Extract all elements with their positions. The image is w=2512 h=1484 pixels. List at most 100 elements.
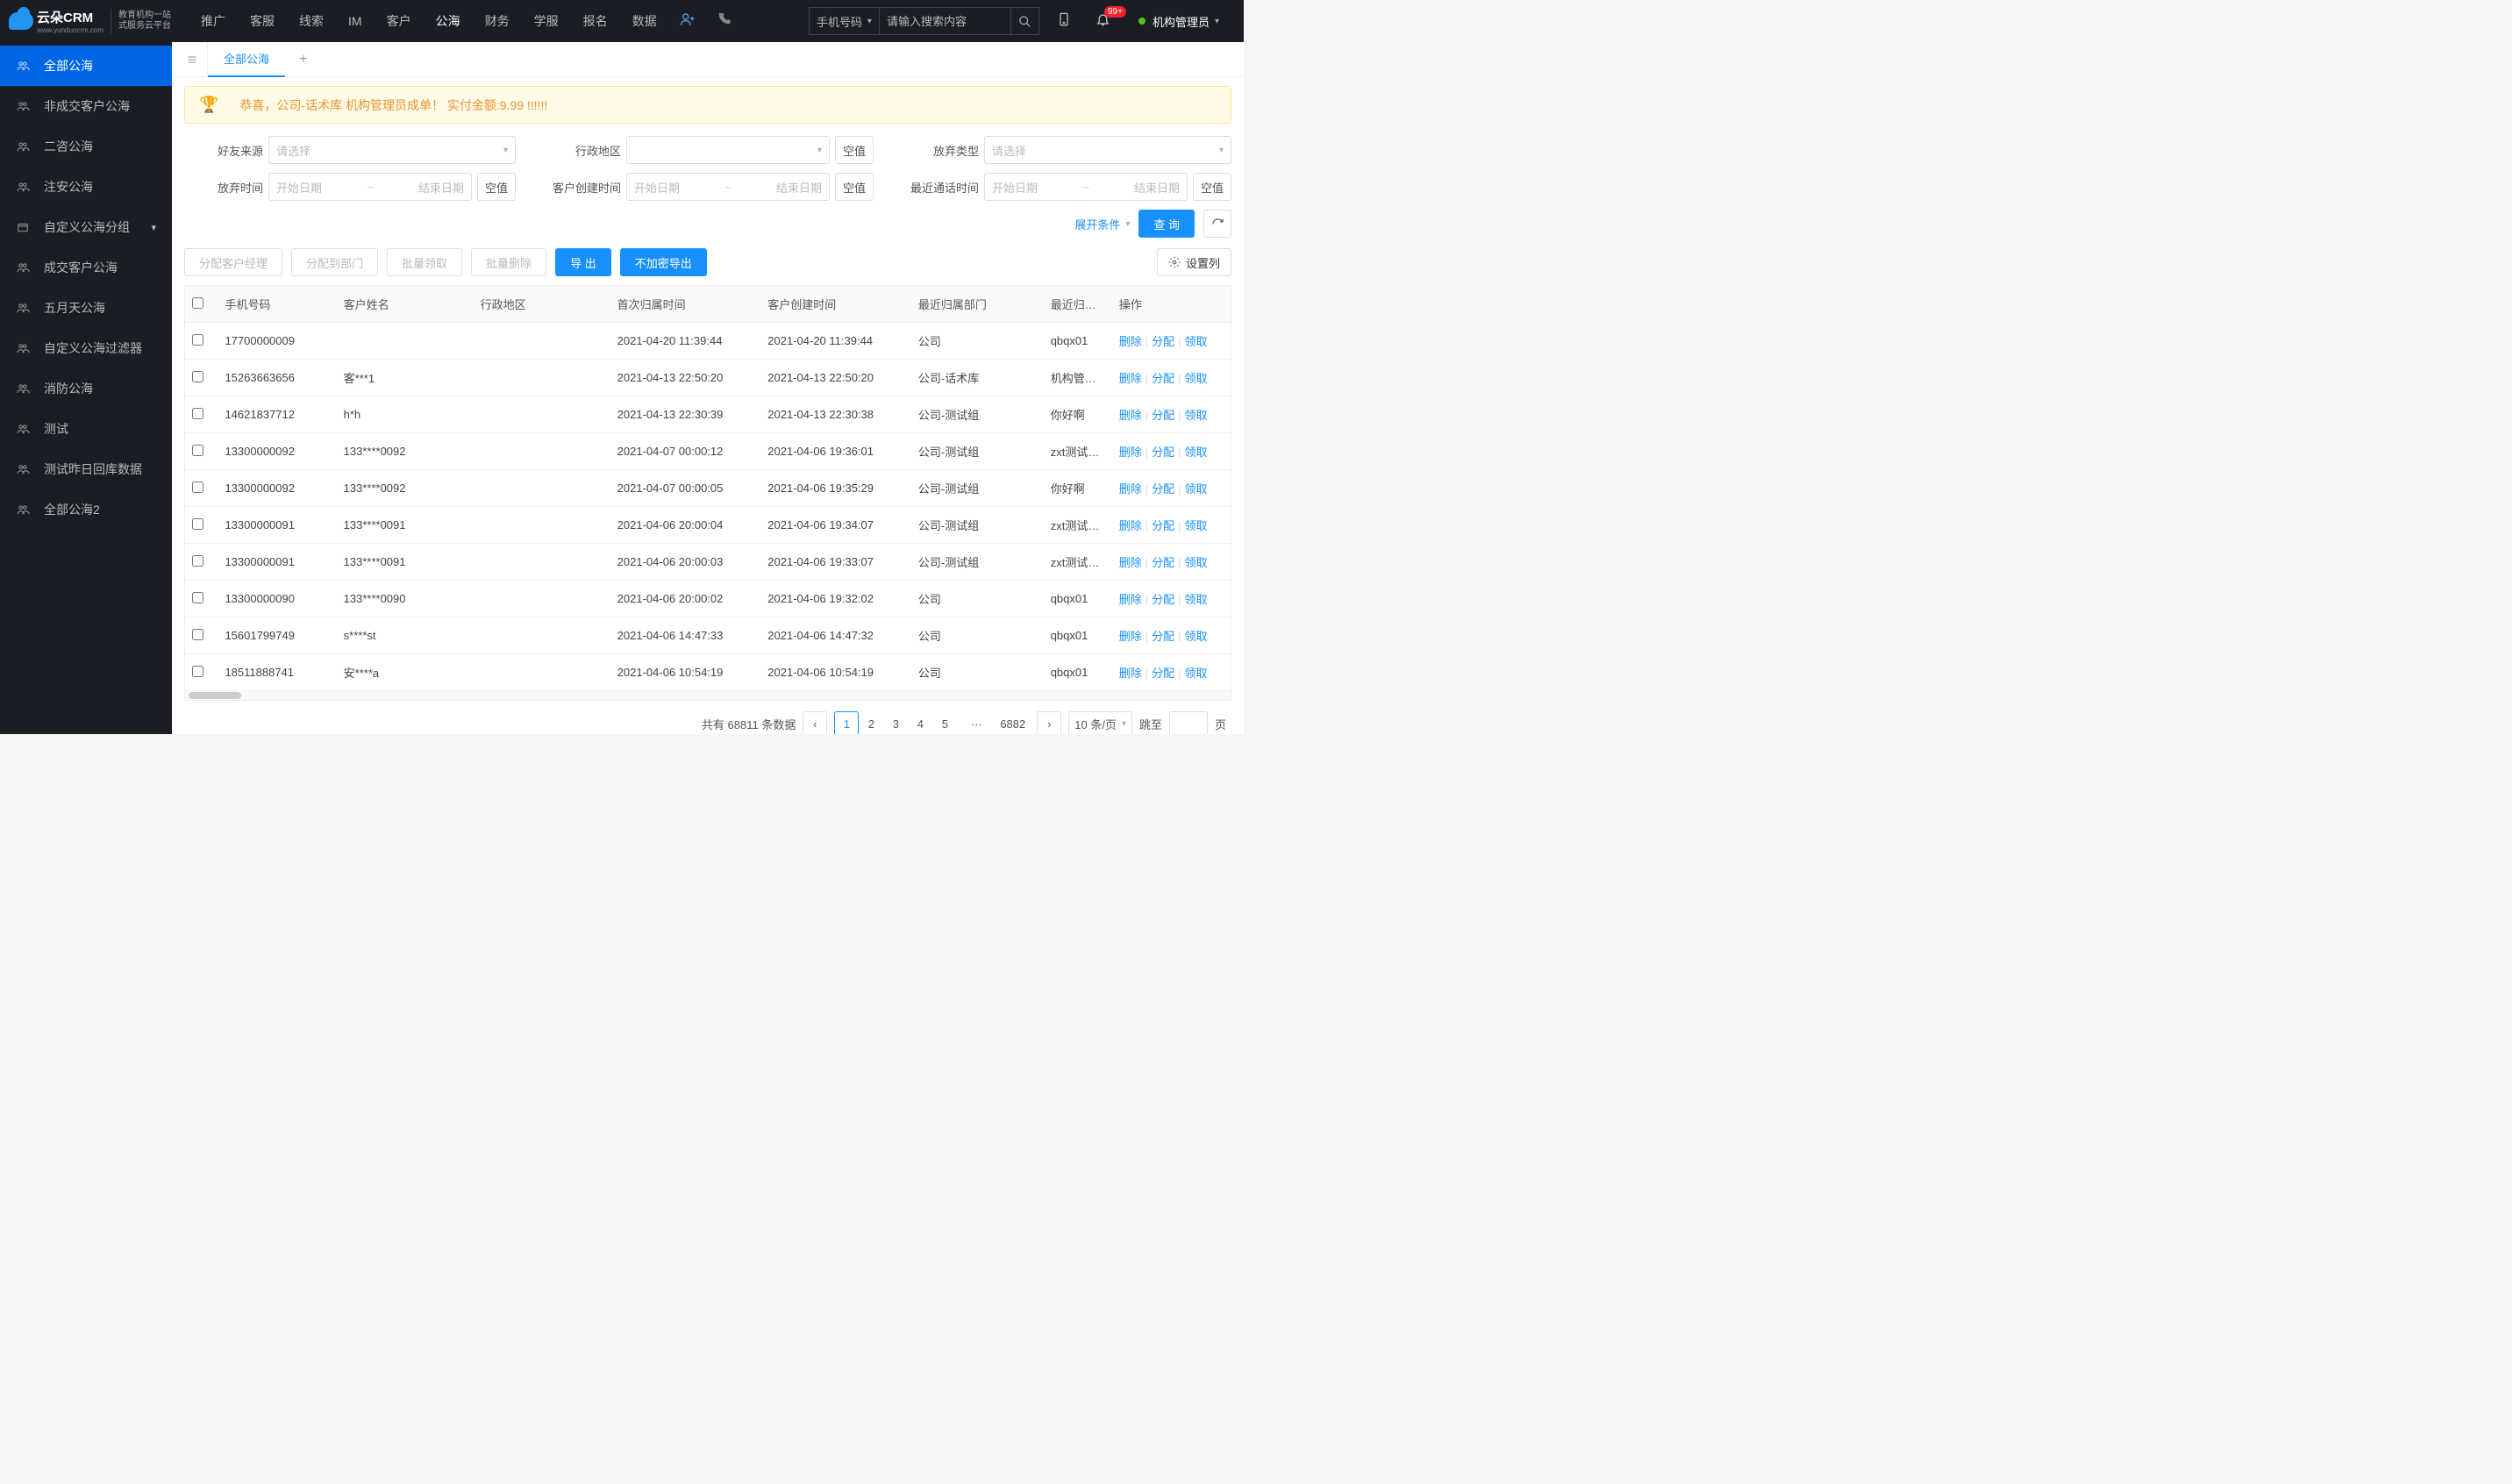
date-range-1[interactable]: 开始日期~结束日期 [626,173,830,201]
date-range-2[interactable]: 开始日期~结束日期 [984,173,1188,201]
select-all-checkbox[interactable] [192,297,203,309]
page-5[interactable]: 5 [932,711,957,734]
row-checkbox[interactable] [192,629,203,640]
mobile-icon[interactable] [1057,11,1071,32]
empty-value-button[interactable]: 空值 [835,136,874,164]
search-input[interactable] [880,7,1011,35]
row-delete[interactable]: 删除 [1119,446,1142,459]
row-assign[interactable]: 分配 [1152,372,1174,385]
bell-icon[interactable]: 99+ [1095,11,1110,32]
sidebar-item-6[interactable]: 五月天公海 [0,288,172,328]
row-claim[interactable]: 领取 [1185,372,1208,385]
search-button[interactable] [1011,7,1039,35]
sidebar-item-11[interactable]: 全部公海2 [0,489,172,530]
refresh-button[interactable] [1203,210,1231,238]
row-delete[interactable]: 删除 [1119,482,1142,496]
row-checkbox[interactable] [192,408,203,419]
row-claim[interactable]: 领取 [1185,593,1208,606]
empty-value-button[interactable]: 空值 [1193,173,1231,201]
tab-all-pool[interactable]: 全部公海 [208,42,285,77]
row-checkbox[interactable] [192,555,203,567]
top-nav-学服[interactable]: 学服 [522,0,571,42]
row-checkbox[interactable] [192,445,203,456]
filter-select-1[interactable]: ▾ [626,136,830,164]
row-claim[interactable]: 领取 [1185,409,1208,422]
row-delete[interactable]: 删除 [1119,519,1142,532]
row-assign[interactable]: 分配 [1152,482,1174,496]
row-checkbox[interactable] [192,666,203,677]
row-delete[interactable]: 删除 [1119,372,1142,385]
page-3[interactable]: 3 [883,711,908,734]
row-assign[interactable]: 分配 [1152,335,1174,348]
top-nav-推广[interactable]: 推广 [189,0,238,42]
row-assign[interactable]: 分配 [1152,409,1174,422]
user-menu[interactable]: 机构管理员 ▾ [1123,13,1235,30]
row-claim[interactable]: 领取 [1185,519,1208,532]
phone-icon[interactable] [706,11,742,31]
row-assign[interactable]: 分配 [1152,593,1174,606]
row-claim[interactable]: 领取 [1185,335,1208,348]
add-user-icon[interactable] [669,11,706,32]
row-delete[interactable]: 删除 [1119,409,1142,422]
row-assign[interactable]: 分配 [1152,446,1174,459]
filter-select-2[interactable]: 请选择▾ [984,136,1231,164]
top-nav-客户[interactable]: 客户 [375,0,424,42]
top-nav-IM[interactable]: IM [336,0,375,42]
row-delete[interactable]: 删除 [1119,556,1142,569]
search-type-select[interactable]: 手机号码▾ [809,7,880,35]
assign-manager-button[interactable]: 分配客户经理 [184,248,282,276]
row-assign[interactable]: 分配 [1152,667,1174,680]
row-claim[interactable]: 领取 [1185,630,1208,643]
row-delete[interactable]: 删除 [1119,630,1142,643]
row-checkbox[interactable] [192,592,203,603]
sidebar-item-3[interactable]: 注安公海 [0,167,172,207]
top-nav-财务[interactable]: 财务 [473,0,522,42]
batch-claim-button[interactable]: 批量领取 [387,248,462,276]
top-nav-数据[interactable]: 数据 [620,0,669,42]
sidebar-item-7[interactable]: 自定义公海过滤器 [0,328,172,368]
row-assign[interactable]: 分配 [1152,556,1174,569]
page-2[interactable]: 2 [859,711,883,734]
row-checkbox[interactable] [192,334,203,346]
page-4[interactable]: 4 [908,711,932,734]
row-claim[interactable]: 领取 [1185,667,1208,680]
row-assign[interactable]: 分配 [1152,519,1174,532]
top-nav-客服[interactable]: 客服 [238,0,287,42]
sidebar-item-0[interactable]: 全部公海 [0,46,172,86]
row-claim[interactable]: 领取 [1185,556,1208,569]
tab-add[interactable]: + [285,52,321,68]
expand-filters[interactable]: 展开条件▾ [1074,216,1130,232]
sidebar-item-2[interactable]: 二咨公海 [0,126,172,167]
date-range-0[interactable]: 开始日期~结束日期 [268,173,472,201]
sidebar-item-9[interactable]: 测试 [0,409,172,449]
row-assign[interactable]: 分配 [1152,630,1174,643]
row-checkbox[interactable] [192,482,203,493]
logo[interactable]: 云朵CRM www.yunduocrm.com 教育机构一站 式服务云平台 [9,8,171,34]
scroll-thumb[interactable] [189,692,241,699]
tab-list-toggle[interactable] [177,42,208,77]
page-1[interactable]: 1 [834,711,859,734]
sidebar-item-10[interactable]: 测试昨日回库数据 [0,449,172,489]
row-delete[interactable]: 删除 [1119,593,1142,606]
horizontal-scrollbar[interactable] [185,691,1231,700]
empty-value-button[interactable]: 空值 [477,173,516,201]
filter-select-0[interactable]: 请选择▾ [268,136,516,164]
prev-page[interactable]: ‹ [803,711,827,734]
sidebar-item-4[interactable]: 自定义公海分组▾ [0,207,172,247]
query-button[interactable]: 查 询 [1138,210,1195,238]
export-plain-button[interactable]: 不加密导出 [620,248,707,276]
top-nav-公海[interactable]: 公海 [424,0,473,42]
top-nav-线索[interactable]: 线索 [287,0,336,42]
sidebar-item-5[interactable]: 成交客户公海 [0,247,172,288]
assign-dept-button[interactable]: 分配到部门 [291,248,378,276]
row-claim[interactable]: 领取 [1185,482,1208,496]
batch-delete-button[interactable]: 批量删除 [471,248,546,276]
export-button[interactable]: 导 出 [555,248,611,276]
next-page[interactable]: › [1037,711,1061,734]
row-checkbox[interactable] [192,518,203,530]
page-size-select[interactable]: 10 条/页▾ [1068,711,1132,734]
sidebar-item-8[interactable]: 消防公海 [0,368,172,409]
jump-input[interactable] [1169,711,1208,734]
empty-value-button[interactable]: 空值 [835,173,874,201]
sidebar-item-1[interactable]: 非成交客户公海 [0,86,172,126]
